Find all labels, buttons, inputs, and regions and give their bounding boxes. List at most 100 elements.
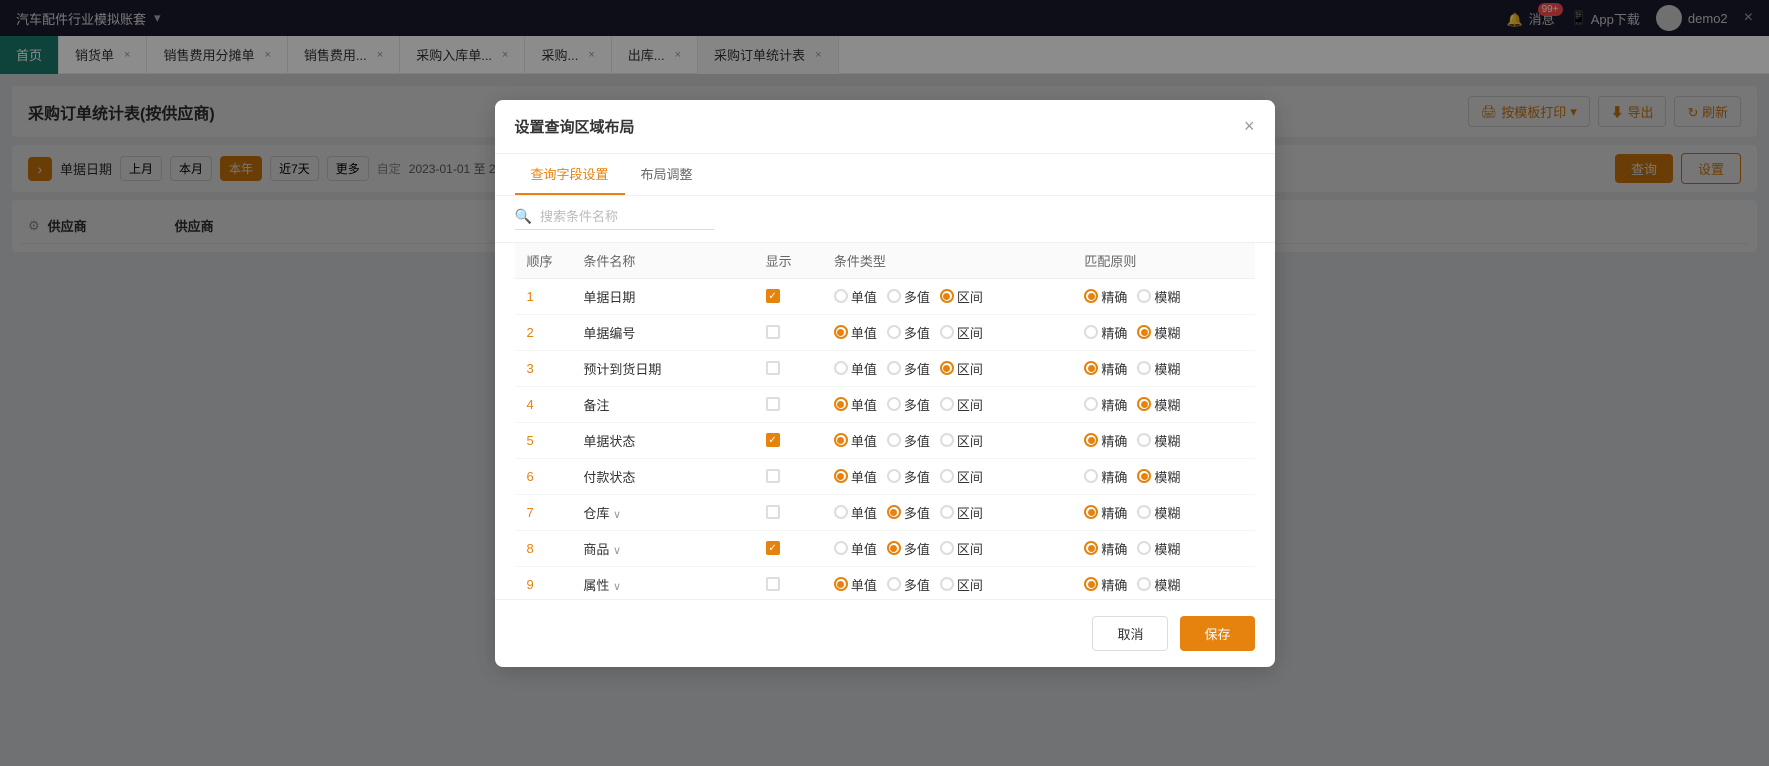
type-option-多值[interactable]: 多值 xyxy=(887,467,930,486)
type-option-单值[interactable]: 单值 xyxy=(834,575,877,594)
radio-circle xyxy=(834,325,848,339)
radio-circle xyxy=(1137,433,1151,447)
type-option-多值[interactable]: 多值 xyxy=(887,431,930,450)
match-option-精确[interactable]: 精确 xyxy=(1084,431,1127,450)
match-option-模糊[interactable]: 模糊 xyxy=(1137,467,1180,486)
type-option-单值[interactable]: 单值 xyxy=(834,287,877,306)
type-radio-group: 单值 多值区间 xyxy=(834,287,1060,306)
type-option-多值[interactable]: 多值 xyxy=(887,395,930,414)
radio-circle xyxy=(834,433,848,447)
type-option-区间[interactable]: 区间 xyxy=(940,467,983,486)
cell-order: 5 xyxy=(515,422,572,458)
show-checkbox[interactable]: ✓ xyxy=(766,541,780,555)
match-option-精确[interactable]: 精确 xyxy=(1084,467,1127,486)
radio-circle xyxy=(940,397,954,411)
radio-label: 模糊 xyxy=(1154,575,1180,594)
radio-circle xyxy=(887,577,901,591)
radio-label: 多值 xyxy=(904,287,930,306)
type-option-区间[interactable]: 区间 xyxy=(940,359,983,378)
match-option-模糊[interactable]: 模糊 xyxy=(1137,395,1180,414)
type-option-多值[interactable]: 多值 xyxy=(887,575,930,594)
radio-circle xyxy=(834,505,848,519)
type-option-单值[interactable]: 单值 xyxy=(834,467,877,486)
match-option-模糊[interactable]: 模糊 xyxy=(1137,575,1180,594)
cell-show xyxy=(754,494,822,530)
match-option-模糊[interactable]: 模糊 xyxy=(1137,431,1180,450)
type-option-区间[interactable]: 区间 xyxy=(940,323,983,342)
match-option-模糊[interactable]: 模糊 xyxy=(1137,503,1180,522)
type-option-单值[interactable]: 单值 xyxy=(834,539,877,558)
cell-type: 单值多值区间 xyxy=(822,458,1072,494)
radio-circle xyxy=(1137,325,1151,339)
show-checkbox[interactable]: ✓ xyxy=(766,289,780,303)
save-button[interactable]: 保存 xyxy=(1180,616,1254,651)
radio-label: 单值 xyxy=(851,539,877,558)
match-option-精确[interactable]: 精确 xyxy=(1084,359,1127,378)
search-input[interactable] xyxy=(540,209,700,224)
radio-label: 模糊 xyxy=(1154,431,1180,450)
dialog-overlay[interactable]: 设置查询区域布局 × 查询字段设置 布局调整 🔍 顺序 条件名称 显示 xyxy=(0,0,1769,766)
match-option-模糊[interactable]: 模糊 xyxy=(1137,539,1180,558)
radio-circle xyxy=(887,361,901,375)
order-number: 3 xyxy=(527,361,534,376)
type-option-单值[interactable]: 单值 xyxy=(834,431,877,450)
type-option-单值[interactable]: 单值 xyxy=(834,395,877,414)
type-option-区间[interactable]: 区间 xyxy=(940,539,983,558)
type-option-区间[interactable]: 区间 xyxy=(940,431,983,450)
cancel-button[interactable]: 取消 xyxy=(1092,616,1168,651)
cell-match: 精确 模糊 xyxy=(1072,422,1254,458)
radio-circle xyxy=(1084,469,1098,483)
cell-match: 精确模糊 xyxy=(1072,458,1254,494)
radio-circle xyxy=(940,577,954,591)
match-option-模糊[interactable]: 模糊 xyxy=(1137,287,1180,306)
type-option-单值[interactable]: 单值 xyxy=(834,359,877,378)
dialog-tab-query-fields[interactable]: 查询字段设置 xyxy=(515,154,625,195)
cell-match: 精确模糊 xyxy=(1072,350,1254,386)
type-option-区间[interactable]: 区间 xyxy=(940,395,983,414)
show-checkbox[interactable] xyxy=(766,505,780,519)
show-checkbox[interactable] xyxy=(766,325,780,339)
type-option-单值[interactable]: 单值 xyxy=(834,323,877,342)
type-option-多值[interactable]: 多值 xyxy=(887,359,930,378)
type-option-单值[interactable]: 单值 xyxy=(834,503,877,522)
dialog-close-button[interactable]: × xyxy=(1244,116,1255,137)
radio-label: 单值 xyxy=(851,395,877,414)
show-checkbox[interactable] xyxy=(766,577,780,591)
show-checkbox[interactable]: ✓ xyxy=(766,433,780,447)
type-option-区间[interactable]: 区间 xyxy=(940,503,983,522)
cell-order: 7 xyxy=(515,494,572,530)
type-option-区间[interactable]: 区间 xyxy=(940,575,983,594)
dialog-tab-layout[interactable]: 布局调整 xyxy=(625,154,709,195)
cell-match: 精确模糊 xyxy=(1072,386,1254,422)
match-option-模糊[interactable]: 模糊 xyxy=(1137,323,1180,342)
radio-circle xyxy=(834,541,848,555)
radio-label: 单值 xyxy=(851,359,877,378)
radio-label: 区间 xyxy=(957,575,983,594)
match-option-精确[interactable]: 精确 xyxy=(1084,503,1127,522)
match-option-精确[interactable]: 精确 xyxy=(1084,323,1127,342)
match-option-精确[interactable]: 精确 xyxy=(1084,287,1127,306)
radio-circle xyxy=(1084,577,1098,591)
type-option-多值[interactable]: 多值 xyxy=(887,539,930,558)
cell-name: 仓库 ∨ xyxy=(571,494,753,530)
th-show: 显示 xyxy=(754,243,822,279)
table-row: 9属性 ∨单值多值区间精确模糊 xyxy=(515,566,1255,599)
dropdown-arrow-icon: ∨ xyxy=(613,509,621,521)
type-option-多值[interactable]: 多值 xyxy=(887,323,930,342)
match-radio-group: 精确模糊 xyxy=(1084,323,1242,342)
show-checkbox[interactable] xyxy=(766,469,780,483)
match-option-精确[interactable]: 精确 xyxy=(1084,575,1127,594)
match-option-模糊[interactable]: 模糊 xyxy=(1137,359,1180,378)
cell-order: 3 xyxy=(515,350,572,386)
type-option-多值[interactable]: 多值 xyxy=(887,503,930,522)
radio-label: 多值 xyxy=(904,503,930,522)
cell-order: 9 xyxy=(515,566,572,599)
table-row: 2单据编号单值多值区间精确模糊 xyxy=(515,314,1255,350)
radio-label: 单值 xyxy=(851,431,877,450)
type-option-区间[interactable]: 区间 xyxy=(940,287,983,306)
type-option-多值[interactable]: 多值 xyxy=(887,287,930,306)
match-option-精确[interactable]: 精确 xyxy=(1084,395,1127,414)
match-option-精确[interactable]: 精确 xyxy=(1084,539,1127,558)
show-checkbox[interactable] xyxy=(766,397,780,411)
show-checkbox[interactable] xyxy=(766,361,780,375)
